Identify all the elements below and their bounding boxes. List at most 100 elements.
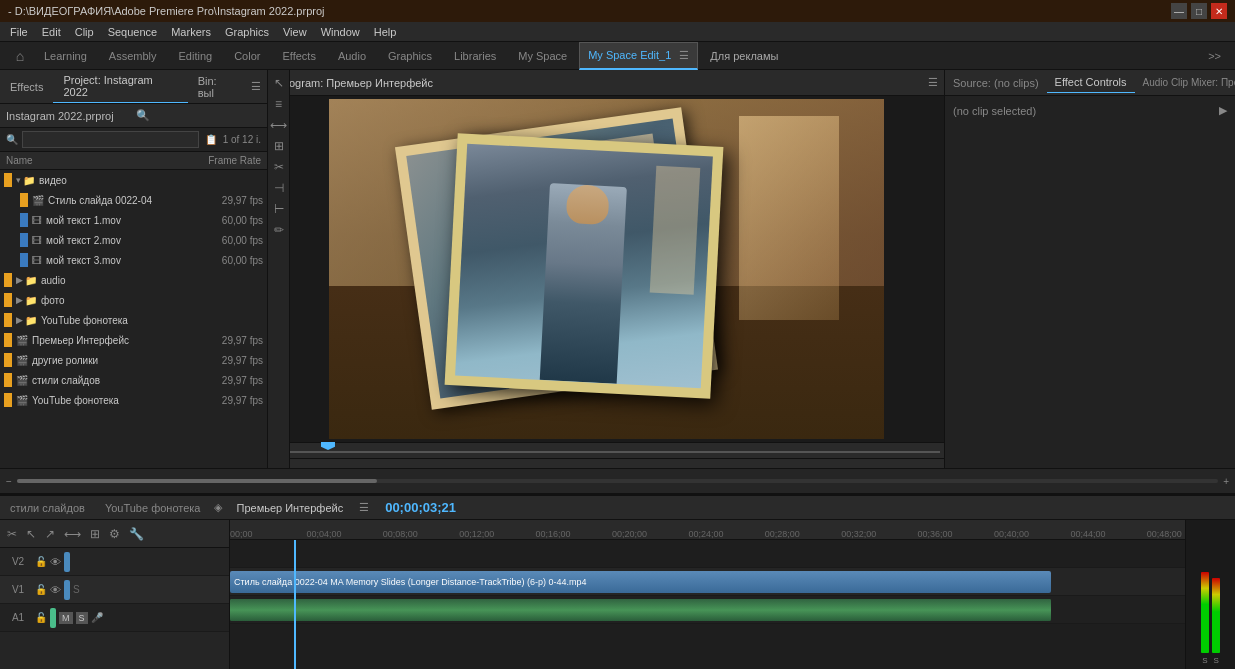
workspace-more-button[interactable]: >> <box>1202 50 1227 62</box>
menu-sequence[interactable]: Sequence <box>102 24 164 40</box>
folder-arrow-icon: ▶ <box>16 295 23 305</box>
project-list-icon[interactable]: 📋 <box>203 132 219 147</box>
workspace-tab-learning[interactable]: Learning <box>34 42 97 70</box>
ruler-mark: 00;04;00 <box>306 529 341 539</box>
workspace-tab-graphics[interactable]: Graphics <box>378 42 442 70</box>
home-icon[interactable]: ⌂ <box>8 44 32 68</box>
selection-tool[interactable]: ↖ <box>23 525 39 543</box>
track-source-v1[interactable]: S <box>73 584 80 595</box>
slide-tool[interactable]: ⊢ <box>270 200 288 218</box>
tab-effects[interactable]: Effects <box>0 77 53 97</box>
tab-audio-mixer[interactable]: Audio Clip Mixer: Премьер Интерфе... <box>1135 73 1235 92</box>
track-color-a1 <box>50 608 56 628</box>
list-item[interactable]: 🎬 Стиль слайда 0022-04 29,97 fps <box>0 190 267 210</box>
expand-arrow-icon[interactable]: ▶ <box>1219 104 1227 117</box>
arrow-tool[interactable]: ↖ <box>270 74 288 92</box>
workspace-tab-color[interactable]: Color <box>224 42 270 70</box>
rate-stretch[interactable]: ⊞ <box>270 137 288 155</box>
slip-tool[interactable]: ⊣ <box>270 179 288 197</box>
menu-help[interactable]: Help <box>368 24 403 40</box>
lock-icon-a1[interactable]: 🔓 <box>35 612 47 623</box>
timeline-timecode: 00;00;03;21 <box>375 500 466 515</box>
menu-edit[interactable]: Edit <box>36 24 67 40</box>
tab-project[interactable]: Project: Instagram 2022 <box>53 70 187 103</box>
timeline-tab-premier[interactable]: Премьер Интерфейс <box>226 499 353 517</box>
track-a1-content[interactable] <box>230 596 1185 624</box>
menu-window[interactable]: Window <box>315 24 366 40</box>
settings-tool[interactable]: ⚙ <box>106 525 123 543</box>
mute-button-a1[interactable]: M <box>59 612 73 624</box>
zoom-in-icon[interactable]: + <box>1221 474 1231 489</box>
list-item[interactable]: 🎞 мой текст 2.mov 60,00 fps <box>0 230 267 250</box>
razor-tool[interactable]: ✂ <box>4 525 20 543</box>
list-item[interactable]: 🎬 стили слайдов 29,97 fps <box>0 370 267 390</box>
track-v2-content[interactable] <box>230 540 1185 568</box>
list-item[interactable]: ▾ 📁 видео <box>0 170 267 190</box>
track-select-fwd[interactable]: ≡ <box>270 95 288 113</box>
menu-file[interactable]: File <box>4 24 34 40</box>
tab-effect-controls[interactable]: Effect Controls <box>1047 72 1135 93</box>
workspace-tab-active[interactable]: My Space Edit_1 ☰ <box>579 42 698 70</box>
list-item[interactable]: 🎬 YouTube фонотека 29,97 fps <box>0 390 267 410</box>
menu-clip[interactable]: Clip <box>69 24 100 40</box>
list-item[interactable]: 🎞 мой текст 1.mov 60,00 fps <box>0 210 267 230</box>
timeline-section: стили слайдов YouTube фонотека ◈ Премьер… <box>0 494 1235 669</box>
panel-menu-icon[interactable]: ☰ <box>245 76 267 97</box>
list-item[interactable]: ▶ 📁 YouTube фонотека <box>0 310 267 330</box>
minimize-button[interactable]: — <box>1171 3 1187 19</box>
workspace-tab-promo[interactable]: Для рекламы <box>700 42 788 70</box>
list-item[interactable]: 🎬 Премьер Интерфейс 29,97 fps <box>0 330 267 350</box>
timeline-tab-styli[interactable]: стили слайдов <box>0 499 95 517</box>
wrench-tool[interactable]: 🔧 <box>126 525 147 543</box>
list-item[interactable]: ▶ 📁 audio <box>0 270 267 290</box>
audio-clip[interactable] <box>230 599 1051 621</box>
zoom-out-icon[interactable]: − <box>4 474 14 489</box>
menu-graphics[interactable]: Graphics <box>219 24 275 40</box>
timeline-ruler[interactable]: 00;00 00;04;00 00;08;00 00;12;00 00;16;0… <box>230 520 1185 540</box>
solo-button-a1[interactable]: S <box>76 612 88 624</box>
ruler-mark: 00;40;00 <box>994 529 1029 539</box>
eye-icon-v1[interactable]: 👁 <box>50 584 61 596</box>
lock-icon-v1[interactable]: 🔓 <box>35 584 47 595</box>
timeline-playhead[interactable] <box>294 540 296 669</box>
workspace-tab-audio[interactable]: Audio <box>328 42 376 70</box>
timeline-content-area: 00;00 00;04;00 00;08;00 00;12;00 00;16;0… <box>230 520 1185 669</box>
razor-tool[interactable]: ✂ <box>270 158 288 176</box>
list-item[interactable]: 🎬 другие ролики 29,97 fps <box>0 350 267 370</box>
track-v1-content[interactable]: Стиль слайда 0022-04 MA Memory Slides (L… <box>230 568 1185 596</box>
workspace-tab-editing[interactable]: Editing <box>169 42 223 70</box>
eye-icon-v2[interactable]: 👁 <box>50 556 61 568</box>
folder-icon: 📁 <box>25 275 37 286</box>
maximize-button[interactable]: □ <box>1191 3 1207 19</box>
workspace-tab-effects[interactable]: Effects <box>272 42 325 70</box>
monitor-timeline-ruler[interactable] <box>268 442 944 458</box>
menu-markers[interactable]: Markers <box>165 24 217 40</box>
lock-icon-v2[interactable]: 🔓 <box>35 556 47 567</box>
track-select-tool[interactable]: ↗ <box>42 525 58 543</box>
timeline-tab-youtube[interactable]: YouTube фонотека <box>95 499 211 517</box>
ripple-tool[interactable]: ⟷ <box>61 525 84 543</box>
folder-arrow-icon: ▾ <box>16 175 21 185</box>
close-button[interactable]: ✕ <box>1211 3 1227 19</box>
workspace-tab-assembly[interactable]: Assembly <box>99 42 167 70</box>
workspace-tab-myspace[interactable]: My Space <box>508 42 577 70</box>
tab-program[interactable]: Program: Премьер Интерфейс <box>268 73 443 93</box>
zoom-slider[interactable] <box>17 479 1218 483</box>
video-clip[interactable]: Стиль слайда 0022-04 MA Memory Slides (L… <box>230 571 1051 593</box>
pen-tool[interactable]: ✏ <box>270 221 288 239</box>
voice-icon-a1[interactable]: 🎤 <box>91 612 103 623</box>
rate-stretch-tool[interactable]: ⊞ <box>87 525 103 543</box>
timeline-tab-menu[interactable]: ☰ <box>353 498 375 517</box>
search-input[interactable] <box>22 131 199 148</box>
list-item[interactable]: ▶ 📁 фото <box>0 290 267 310</box>
workspace-tab-libraries[interactable]: Libraries <box>444 42 506 70</box>
playhead-marker[interactable] <box>321 442 335 458</box>
ripple-edit[interactable]: ⟷ <box>270 116 288 134</box>
list-item[interactable]: 🎞 мой текст 3.mov 60,00 fps <box>0 250 267 270</box>
project-search-icon[interactable]: 🔍 <box>134 107 262 124</box>
left-panel-tabs: Effects Project: Instagram 2022 Bin: выl… <box>0 70 267 104</box>
tab-source[interactable]: Source: (no clips) <box>945 73 1047 93</box>
program-panel-menu[interactable]: ☰ <box>922 72 944 93</box>
menu-view[interactable]: View <box>277 24 313 40</box>
tab-bin[interactable]: Bin: выl <box>188 71 245 103</box>
